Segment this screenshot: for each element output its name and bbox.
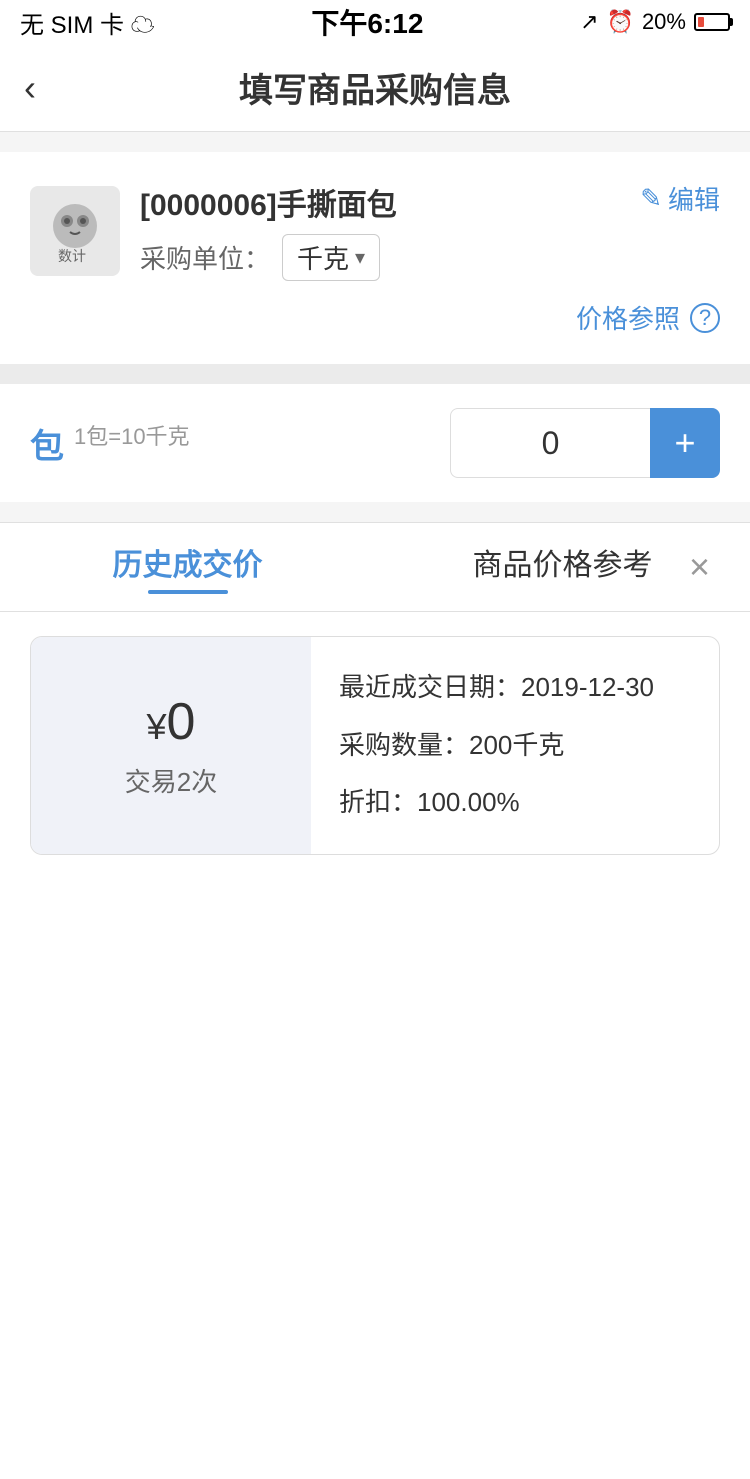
price-card-area: ¥0 交易2次 最近成交日期：2019-12-30 采购数量：200千克 折扣：… — [0, 612, 750, 879]
discount-value: 100.00% — [417, 787, 520, 817]
product-card: 数计 [0000006]手撕面包 采购单位： 千克 ▾ ✎ 编辑 价格参照 ? — [0, 152, 750, 364]
product-left: 数计 [0000006]手撕面包 采购单位： 千克 ▾ — [30, 180, 397, 281]
purchase-quantity-row: 采购数量：200千克 — [339, 725, 691, 767]
unit-dropdown-arrow: ▾ — [355, 245, 365, 270]
package-unit-label: 包 — [30, 428, 64, 466]
sim-status: 无 SIM 卡 ☁ — [20, 5, 155, 40]
help-icon[interactable]: ? — [690, 303, 720, 333]
modal-close-button[interactable]: × — [679, 536, 720, 598]
battery-icon — [694, 13, 730, 31]
status-time: 下午6:12 — [311, 2, 423, 42]
price-left-panel: ¥0 交易2次 — [31, 637, 311, 854]
tabs-row: 历史成交价 商品价格参考 × — [0, 523, 750, 612]
quantity-input-block: + — [450, 408, 720, 478]
tab-history-label: 历史成交价 — [113, 540, 263, 584]
price-amount: ¥0 — [147, 692, 196, 752]
price-ref-row: 价格参照 ? — [30, 299, 720, 336]
status-left: 无 SIM 卡 ☁ — [20, 5, 155, 40]
svg-text:数计: 数计 — [58, 248, 86, 264]
unit-select[interactable]: 千克 ▾ — [282, 234, 380, 281]
tab-price-ref-underline — [523, 590, 603, 594]
battery-percent: 20% — [642, 9, 686, 35]
product-header: 数计 [0000006]手撕面包 采购单位： 千克 ▾ ✎ 编辑 — [30, 180, 720, 281]
recent-date-value: 2019-12-30 — [521, 672, 654, 702]
yen-symbol: ¥ — [147, 706, 167, 747]
tab-history-price[interactable]: 历史成交价 — [0, 523, 375, 611]
price-value: 0 — [167, 693, 196, 751]
quantity-label-block: 包 1包=10千克 — [30, 419, 190, 468]
quantity-input[interactable] — [450, 408, 650, 478]
discount-label: 折扣： — [339, 787, 417, 817]
back-button[interactable]: ‹ — [24, 67, 36, 109]
edit-icon: ✎ — [640, 183, 662, 214]
location-icon: ↗ — [580, 9, 598, 35]
purchase-quantity-value: 200千克 — [469, 730, 564, 760]
trade-count: 交易2次 — [125, 762, 217, 799]
nav-bar: ‹ 填写商品采购信息 — [0, 44, 750, 132]
section-divider — [0, 364, 750, 384]
conversion-note: 1包=10千克 — [74, 424, 190, 449]
status-right: ↗ ⏰ 20% — [580, 9, 730, 35]
alarm-icon: ⏰ — [607, 9, 634, 35]
rest-page — [0, 879, 750, 1479]
package-unit-block: 包 — [30, 419, 64, 468]
tab-history-underline — [148, 590, 228, 594]
price-right-panel: 最近成交日期：2019-12-30 采购数量：200千克 折扣：100.00% — [311, 637, 719, 854]
edit-label: 编辑 — [668, 180, 720, 217]
price-card: ¥0 交易2次 最近成交日期：2019-12-30 采购数量：200千克 折扣：… — [30, 636, 720, 855]
status-bar: 无 SIM 卡 ☁ 下午6:12 ↗ ⏰ 20% — [0, 0, 750, 44]
price-ref-button[interactable]: 价格参照 — [576, 299, 680, 336]
product-thumbnail: 数计 — [30, 186, 120, 276]
unit-label: 采购单位： — [140, 239, 270, 276]
quantity-plus-button[interactable]: + — [650, 408, 720, 478]
unit-value: 千克 — [297, 239, 349, 276]
plus-icon: + — [674, 422, 695, 464]
purchase-quantity-label: 采购数量： — [339, 730, 469, 760]
product-logo-icon: 数计 — [40, 196, 110, 266]
edit-button[interactable]: ✎ 编辑 — [640, 180, 720, 217]
product-info: [0000006]手撕面包 采购单位： 千克 ▾ — [140, 180, 397, 281]
product-name: [0000006]手撕面包 — [140, 180, 397, 224]
tab-price-ref-label: 商品价格参考 — [473, 540, 653, 584]
product-unit-row: 采购单位： 千克 ▾ — [140, 234, 397, 281]
price-modal: 历史成交价 商品价格参考 × ¥0 交易2次 最近成交日期：2019-12-30… — [0, 522, 750, 879]
recent-date-row: 最近成交日期：2019-12-30 — [339, 667, 691, 709]
page-title: 填写商品采购信息 — [239, 63, 511, 112]
recent-date-label: 最近成交日期： — [339, 672, 521, 702]
quantity-row: 包 1包=10千克 + — [0, 384, 750, 502]
conversion-note-block: 1包=10千克 — [74, 419, 190, 451]
discount-row: 折扣：100.00% — [339, 782, 691, 824]
